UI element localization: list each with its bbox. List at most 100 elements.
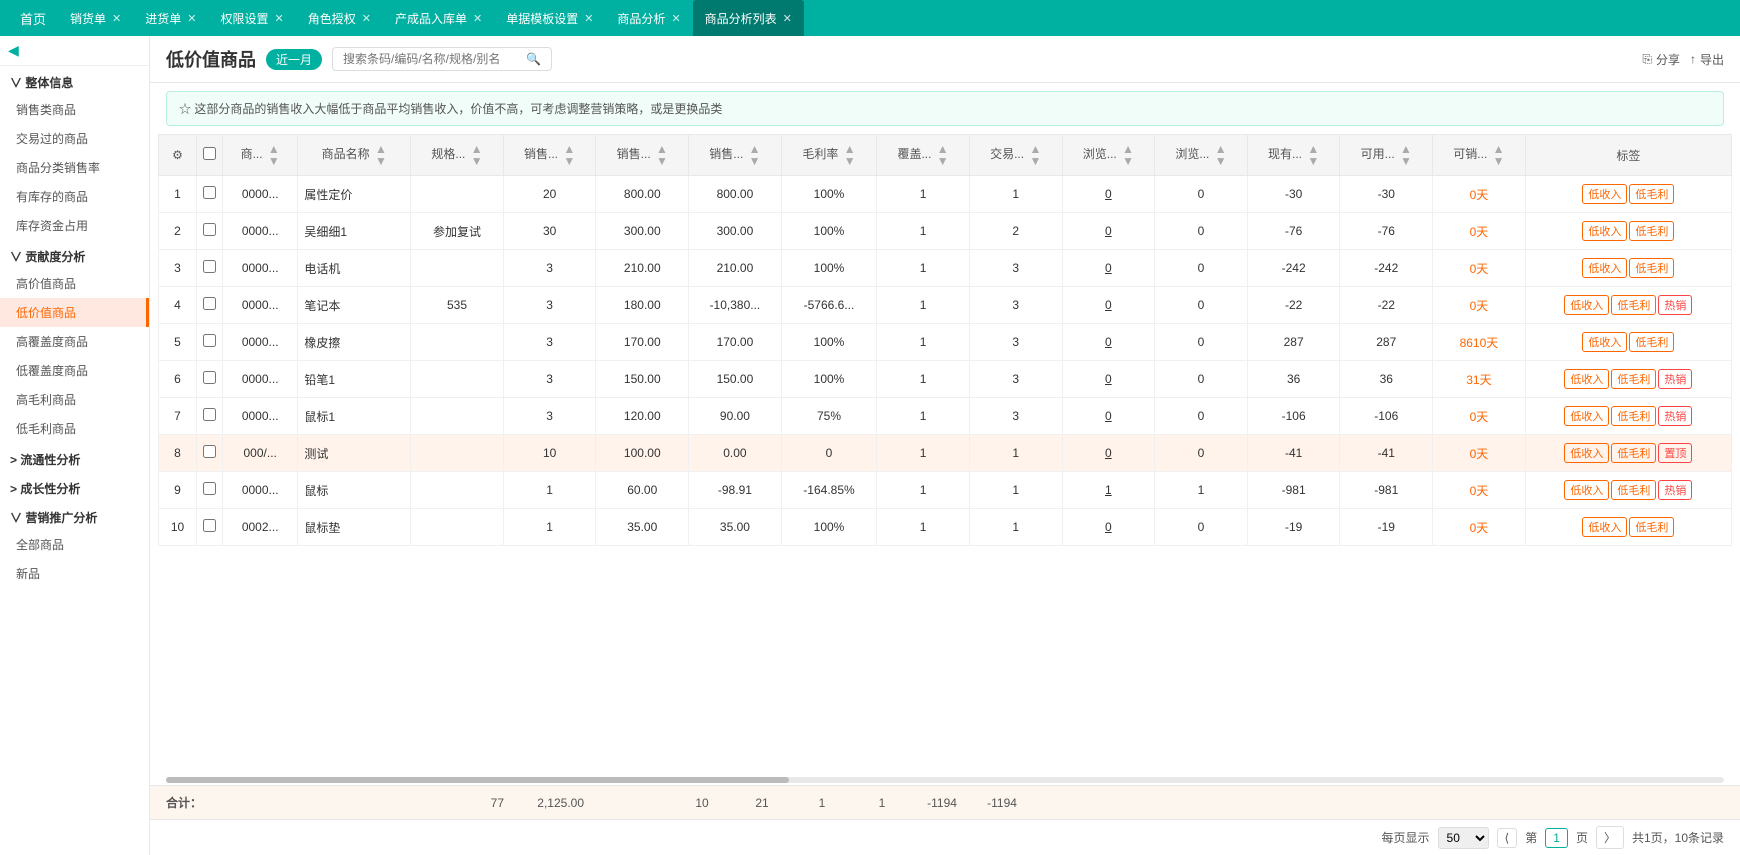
row-checkbox[interactable] [203, 334, 216, 347]
row-checkbox[interactable] [203, 445, 216, 458]
col-spec[interactable]: 规格... ▲▼ [411, 135, 504, 176]
footer-sales2: 2,125.00 [512, 796, 592, 810]
next-page-btn[interactable]: 〉 [1596, 826, 1624, 849]
scrollbar-thumb[interactable] [166, 777, 789, 783]
nav-product-analysis-list[interactable]: 商品分析列表 ✕ [693, 0, 804, 36]
export-button[interactable]: ↑ 导出 [1690, 51, 1724, 68]
nav-template[interactable]: 单据模板设置 ✕ [494, 0, 605, 36]
search-box[interactable]: 🔍 [332, 47, 552, 71]
sidebar-item-new-products[interactable]: 新品 [0, 559, 149, 588]
close-icon[interactable]: ✕ [671, 12, 680, 25]
views-link[interactable]: 0 [1105, 372, 1112, 386]
col-sales3[interactable]: 销售... ▲▼ [689, 135, 782, 176]
col-margin[interactable]: 毛利率 ▲▼ [781, 135, 877, 176]
row-checkbox[interactable] [203, 223, 216, 236]
close-icon[interactable]: ✕ [473, 12, 482, 25]
col-sales2[interactable]: 销售... ▲▼ [596, 135, 689, 176]
cell-avail: -30 [1340, 176, 1433, 213]
sidebar-item-all-products[interactable]: 全部商品 [0, 530, 149, 559]
col-coverage[interactable]: 覆盖... ▲▼ [877, 135, 970, 176]
sidebar-group-marketing[interactable]: ∨ 营销推广分析 [0, 501, 149, 530]
cell-checkbox[interactable] [197, 472, 223, 509]
horizontal-scrollbar[interactable] [166, 777, 1724, 783]
cell-checkbox[interactable] [197, 287, 223, 324]
cell-checkbox[interactable] [197, 176, 223, 213]
cell-checkbox[interactable] [197, 509, 223, 546]
cell-checkbox[interactable] [197, 213, 223, 250]
close-icon[interactable]: ✕ [112, 12, 121, 25]
sidebar-item-high-coverage[interactable]: 高覆盖度商品 [0, 327, 149, 356]
row-checkbox[interactable] [203, 186, 216, 199]
views-link[interactable]: 0 [1105, 187, 1112, 201]
nav-home[interactable]: 首页 [8, 0, 58, 36]
col-code[interactable]: 商... ▲▼ [223, 135, 298, 176]
sidebar-item-high-value[interactable]: 高价值商品 [0, 269, 149, 298]
close-icon[interactable]: ✕ [275, 12, 284, 25]
share-button[interactable]: ⎘ 分享 [1642, 51, 1680, 68]
nav-prod-stock[interactable]: 产成品入库单 ✕ [383, 0, 494, 36]
cell-checkbox[interactable] [197, 324, 223, 361]
sidebar-item-low-coverage[interactable]: 低覆盖度商品 [0, 356, 149, 385]
col-days[interactable]: 可销... ▲▼ [1433, 135, 1526, 176]
views-link[interactable]: 0 [1105, 335, 1112, 349]
row-checkbox[interactable] [203, 260, 216, 273]
sidebar-group-contribution[interactable]: ∨ 贡献度分析 [0, 240, 149, 269]
sidebar-item-traded-products[interactable]: 交易过的商品 [0, 124, 149, 153]
views-link[interactable]: 0 [1105, 298, 1112, 312]
page-size-select[interactable]: 50 100 [1438, 827, 1489, 849]
search-icon[interactable]: 🔍 [526, 52, 541, 66]
col-views2[interactable]: 浏览... ▲▼ [1155, 135, 1248, 176]
sidebar-item-stock-products[interactable]: 有库存的商品 [0, 182, 149, 211]
close-icon[interactable]: ✕ [187, 12, 196, 25]
select-all-checkbox[interactable] [203, 147, 216, 160]
nav-role-auth[interactable]: 角色授权 ✕ [296, 0, 383, 36]
sidebar-item-high-margin[interactable]: 高毛利商品 [0, 385, 149, 414]
cell-checkbox[interactable] [197, 361, 223, 398]
col-checkbox[interactable] [197, 135, 223, 176]
col-name[interactable]: 商品名称 ▲▼ [298, 135, 411, 176]
sidebar-item-sales-products[interactable]: 销售类商品 [0, 95, 149, 124]
row-checkbox[interactable] [203, 482, 216, 495]
sidebar-group-growth[interactable]: > 成长性分析 [0, 472, 149, 501]
sidebar-item-category-rate[interactable]: 商品分类销售率 [0, 153, 149, 182]
views-link[interactable]: 0 [1105, 446, 1112, 460]
sidebar-group-liquidity[interactable]: > 流通性分析 [0, 443, 149, 472]
cell-checkbox[interactable] [197, 435, 223, 472]
cell-tags: 低收入低毛利 [1525, 324, 1731, 361]
close-icon[interactable]: ✕ [362, 12, 371, 25]
cell-margin: 100% [781, 509, 877, 546]
row-checkbox[interactable] [203, 297, 216, 310]
sidebar-collapse-btn[interactable]: ◀ [8, 42, 19, 59]
first-page-btn[interactable]: ⟨ [1497, 828, 1518, 848]
views-link[interactable]: 0 [1105, 409, 1112, 423]
nav-purchase-order[interactable]: 进货单 ✕ [133, 0, 208, 36]
col-sales1[interactable]: 销售... ▲▼ [503, 135, 596, 176]
sidebar-item-stock-capital[interactable]: 库存资金占用 [0, 211, 149, 240]
footer-stock: -1194 [912, 796, 972, 810]
nav-sales-order[interactable]: 销货单 ✕ [58, 0, 133, 36]
cell-checkbox[interactable] [197, 398, 223, 435]
row-checkbox[interactable] [203, 371, 216, 384]
row-checkbox[interactable] [203, 519, 216, 532]
sidebar-item-low-value[interactable]: 低价值商品 [0, 298, 149, 327]
nav-permissions[interactable]: 权限设置 ✕ [208, 0, 295, 36]
cell-deals: 2 [969, 213, 1062, 250]
col-stock[interactable]: 现有... ▲▼ [1247, 135, 1340, 176]
search-input[interactable] [343, 52, 520, 66]
views-link[interactable]: 0 [1105, 224, 1112, 238]
col-deals[interactable]: 交易... ▲▼ [969, 135, 1062, 176]
sidebar-group-overall[interactable]: ∨ 整体信息 [0, 66, 149, 95]
views-link[interactable]: 0 [1105, 520, 1112, 534]
time-filter-badge[interactable]: 近一月 [266, 49, 322, 70]
cell-checkbox[interactable] [197, 250, 223, 287]
sidebar-item-low-margin[interactable]: 低毛利商品 [0, 414, 149, 443]
views-link[interactable]: 0 [1105, 261, 1112, 275]
col-avail[interactable]: 可用... ▲▼ [1340, 135, 1433, 176]
close-icon[interactable]: ✕ [584, 12, 593, 25]
close-icon[interactable]: ✕ [783, 12, 792, 25]
views-link[interactable]: 1 [1105, 483, 1112, 497]
row-checkbox[interactable] [203, 408, 216, 421]
nav-product-analysis[interactable]: 商品分析 ✕ [605, 0, 692, 36]
col-views1[interactable]: 浏览... ▲▼ [1062, 135, 1155, 176]
col-settings[interactable]: ⚙ [159, 135, 197, 176]
